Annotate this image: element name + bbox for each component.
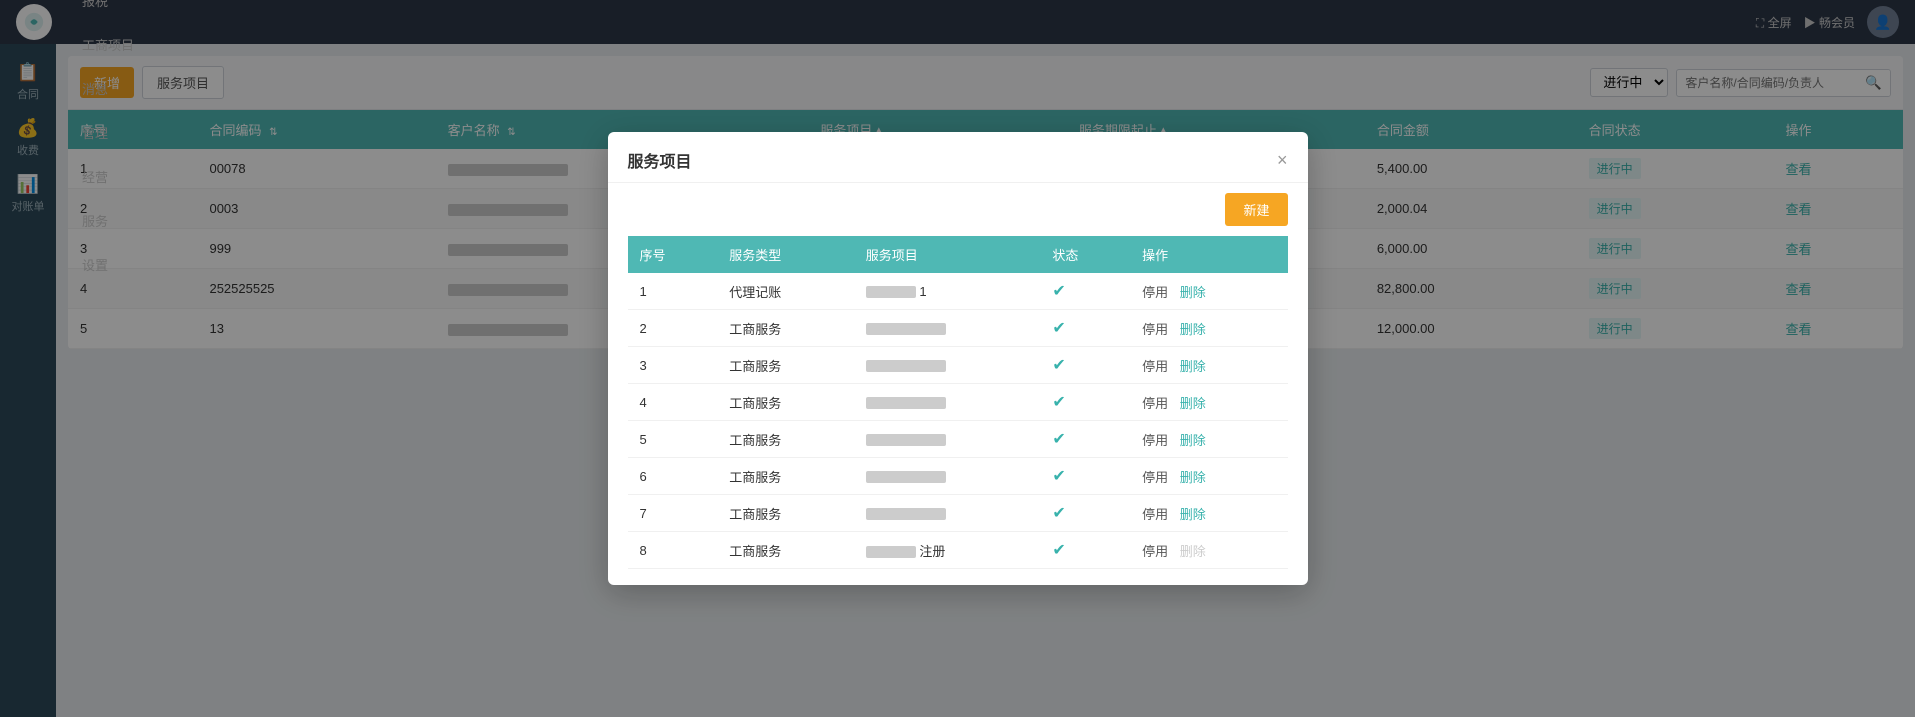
modal-cell-seq: 6 (628, 458, 718, 495)
modal-table-row: 1 代理记账 1 ✔ 停用 删除 (628, 273, 1288, 310)
modal-table-row: 5 工商服务 ✔ 停用 删除 (628, 421, 1288, 458)
modal-cell-seq: 7 (628, 495, 718, 532)
modal-col-seq: 序号 (628, 236, 718, 273)
modal-cell-item (854, 495, 1041, 532)
modal-cell-type: 代理记账 (717, 273, 853, 310)
modal-title: 服务项目 (628, 148, 692, 172)
modal-cell-seq: 4 (628, 384, 718, 421)
modal-cell-item (854, 421, 1041, 458)
modal-cell-status: ✔ (1040, 310, 1130, 347)
modal-col-action: 操作 (1130, 236, 1287, 273)
modal-cell-status: ✔ (1040, 458, 1130, 495)
modal-cell-action: 停用 删除 (1130, 273, 1287, 310)
modal-cell-status: ✔ (1040, 384, 1130, 421)
delete-button[interactable]: 删除 (1180, 470, 1206, 485)
modal-body: 序号 服务类型 服务项目 状态 操作 1 代理记账 1 ✔ 停用 删除 2 工商… (608, 236, 1308, 585)
delete-button[interactable]: 删除 (1180, 322, 1206, 337)
stop-button[interactable]: 停用 (1142, 322, 1168, 337)
stop-button[interactable]: 停用 (1142, 359, 1168, 374)
modal-table-header: 序号 服务类型 服务项目 状态 操作 (628, 236, 1288, 273)
modal-cell-type: 工商服务 (717, 458, 853, 495)
modal-cell-status: ✔ (1040, 273, 1130, 310)
delete-button[interactable]: 删除 (1180, 359, 1206, 374)
modal-cell-item: 注册 (854, 532, 1041, 569)
modal-cell-status: ✔ (1040, 347, 1130, 384)
stop-button[interactable]: 停用 (1142, 396, 1168, 411)
modal-cell-action: 停用 删除 (1130, 310, 1287, 347)
stop-button[interactable]: 停用 (1142, 544, 1168, 559)
modal-header: 服务项目 × (608, 132, 1308, 183)
modal-cell-seq: 8 (628, 532, 718, 569)
modal-table-row: 8 工商服务 注册 ✔ 停用 删除 (628, 532, 1288, 569)
modal-toolbar: 新建 (608, 183, 1308, 236)
modal-cell-type: 工商服务 (717, 384, 853, 421)
modal-cell-seq: 5 (628, 421, 718, 458)
modal-cell-item (854, 310, 1041, 347)
modal-cell-item (854, 458, 1041, 495)
modal-table-row: 4 工商服务 ✔ 停用 删除 (628, 384, 1288, 421)
delete-button[interactable]: 删除 (1180, 433, 1206, 448)
modal-cell-type: 工商服务 (717, 310, 853, 347)
modal-cell-action: 停用 删除 (1130, 532, 1287, 569)
stop-button[interactable]: 停用 (1142, 285, 1168, 300)
stop-button[interactable]: 停用 (1142, 433, 1168, 448)
modal-cell-item (854, 384, 1041, 421)
service-modal: 服务项目 × 新建 序号 服务类型 服务项目 状态 操作 1 代理记账 (608, 132, 1308, 585)
modal-close-button[interactable]: × (1277, 151, 1288, 169)
modal-table-row: 6 工商服务 ✔ 停用 删除 (628, 458, 1288, 495)
modal-table-body: 1 代理记账 1 ✔ 停用 删除 2 工商服务 ✔ 停用 删除 3 工商服务 ✔… (628, 273, 1288, 569)
service-items-table: 序号 服务类型 服务项目 状态 操作 1 代理记账 1 ✔ 停用 删除 2 工商… (628, 236, 1288, 569)
modal-table-row: 2 工商服务 ✔ 停用 删除 (628, 310, 1288, 347)
modal-cell-item (854, 347, 1041, 384)
stop-button[interactable]: 停用 (1142, 507, 1168, 522)
modal-cell-action: 停用 删除 (1130, 495, 1287, 532)
delete-button[interactable]: 删除 (1180, 396, 1206, 411)
modal-overlay[interactable]: 服务项目 × 新建 序号 服务类型 服务项目 状态 操作 1 代理记账 (0, 0, 1915, 717)
modal-table-row: 3 工商服务 ✔ 停用 删除 (628, 347, 1288, 384)
modal-cell-type: 工商服务 (717, 532, 853, 569)
modal-cell-item: 1 (854, 273, 1041, 310)
modal-col-status: 状态 (1040, 236, 1130, 273)
stop-button[interactable]: 停用 (1142, 470, 1168, 485)
modal-cell-action: 停用 删除 (1130, 347, 1287, 384)
delete-button[interactable]: 删除 (1180, 507, 1206, 522)
modal-cell-status: ✔ (1040, 532, 1130, 569)
modal-table-row: 7 工商服务 ✔ 停用 删除 (628, 495, 1288, 532)
modal-cell-action: 停用 删除 (1130, 384, 1287, 421)
modal-col-item: 服务项目 (854, 236, 1041, 273)
modal-cell-seq: 3 (628, 347, 718, 384)
modal-cell-action: 停用 删除 (1130, 458, 1287, 495)
delete-button[interactable]: 删除 (1180, 544, 1206, 559)
modal-cell-status: ✔ (1040, 495, 1130, 532)
modal-cell-status: ✔ (1040, 421, 1130, 458)
modal-cell-seq: 1 (628, 273, 718, 310)
modal-cell-type: 工商服务 (717, 347, 853, 384)
modal-cell-action: 停用 删除 (1130, 421, 1287, 458)
modal-col-type: 服务类型 (717, 236, 853, 273)
delete-button[interactable]: 删除 (1180, 285, 1206, 300)
modal-cell-type: 工商服务 (717, 495, 853, 532)
modal-cell-seq: 2 (628, 310, 718, 347)
modal-new-button[interactable]: 新建 (1225, 193, 1287, 226)
modal-cell-type: 工商服务 (717, 421, 853, 458)
